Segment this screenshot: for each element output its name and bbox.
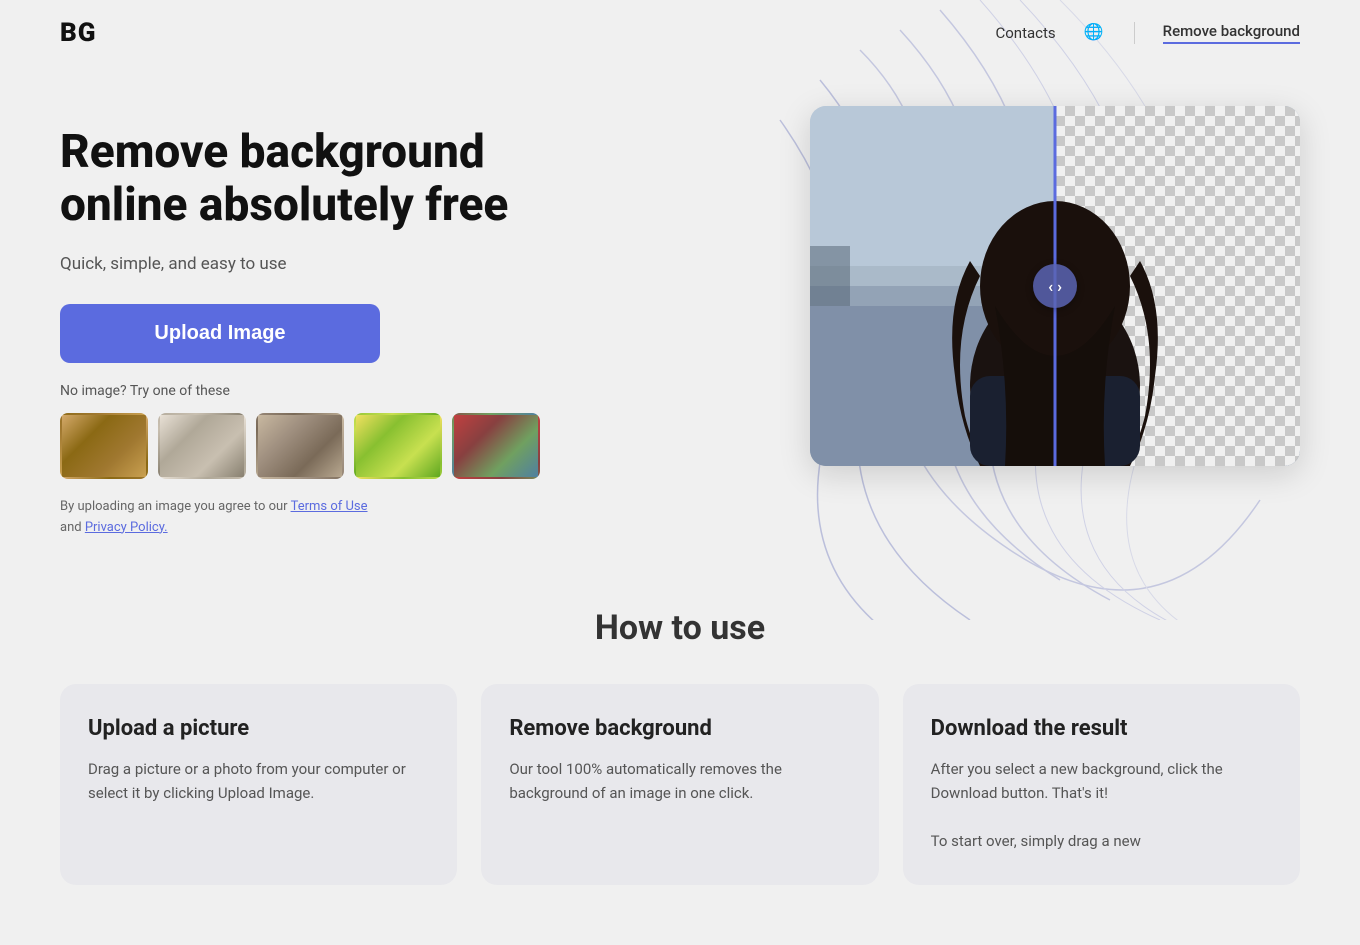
hero-left-content: Remove background online absolutely free…: [60, 106, 540, 538]
hero-title: Remove background online absolutely free: [60, 126, 540, 232]
step-title-upload: Upload a picture: [88, 716, 429, 741]
terms-of-use-link[interactable]: Terms of Use: [291, 499, 368, 514]
globe-icon[interactable]: 🌐: [1084, 22, 1106, 44]
step-desc-remove: Our tool 100% automatically removes the …: [509, 757, 850, 805]
hero-section: Remove background online absolutely free…: [0, 66, 1360, 598]
and-text: and: [60, 520, 82, 535]
logo[interactable]: BG: [60, 18, 97, 48]
hero-right-content: ‹ ›: [580, 106, 1300, 466]
step-desc-download: After you select a new background, click…: [931, 757, 1272, 853]
terms-prefix: By uploading an image you agree to our: [60, 499, 291, 514]
compare-handle[interactable]: ‹ ›: [1033, 264, 1077, 308]
remove-background-nav-link[interactable]: Remove background: [1163, 22, 1300, 44]
step-card-download: Download the result After you select a n…: [903, 684, 1300, 885]
step-card-upload: Upload a picture Drag a picture or a pho…: [60, 684, 457, 885]
no-image-text: No image? Try one of these: [60, 383, 540, 399]
header: BG Contacts 🌐 Remove background: [0, 0, 1360, 66]
steps-grid: Upload a picture Drag a picture or a pho…: [60, 684, 1300, 885]
image-compare-widget[interactable]: ‹ ›: [810, 106, 1300, 466]
sample-thumb-cat1[interactable]: [158, 413, 246, 479]
nav-divider: [1134, 22, 1135, 44]
navigation: Contacts 🌐 Remove background: [995, 22, 1300, 44]
step-title-download: Download the result: [931, 716, 1272, 741]
processed-image: [1055, 106, 1300, 466]
privacy-policy-link[interactable]: Privacy Policy.: [85, 520, 168, 535]
how-to-use-title: How to use: [60, 608, 1300, 648]
how-to-use-section: How to use Upload a picture Drag a pictu…: [0, 598, 1360, 945]
sample-thumb-cat2[interactable]: [256, 413, 344, 479]
sample-thumb-dog[interactable]: [60, 413, 148, 479]
sample-images-row: [60, 413, 540, 479]
terms-text: By uploading an image you agree to our T…: [60, 497, 540, 539]
upload-image-button[interactable]: Upload Image: [60, 304, 380, 363]
contacts-link[interactable]: Contacts: [995, 24, 1055, 42]
sample-thumb-house[interactable]: [452, 413, 540, 479]
step-desc-upload: Drag a picture or a photo from your comp…: [88, 757, 429, 805]
step-card-remove: Remove background Our tool 100% automati…: [481, 684, 878, 885]
sample-thumb-bird[interactable]: [354, 413, 442, 479]
hero-subtitle: Quick, simple, and easy to use: [60, 254, 540, 274]
step-title-remove: Remove background: [509, 716, 850, 741]
